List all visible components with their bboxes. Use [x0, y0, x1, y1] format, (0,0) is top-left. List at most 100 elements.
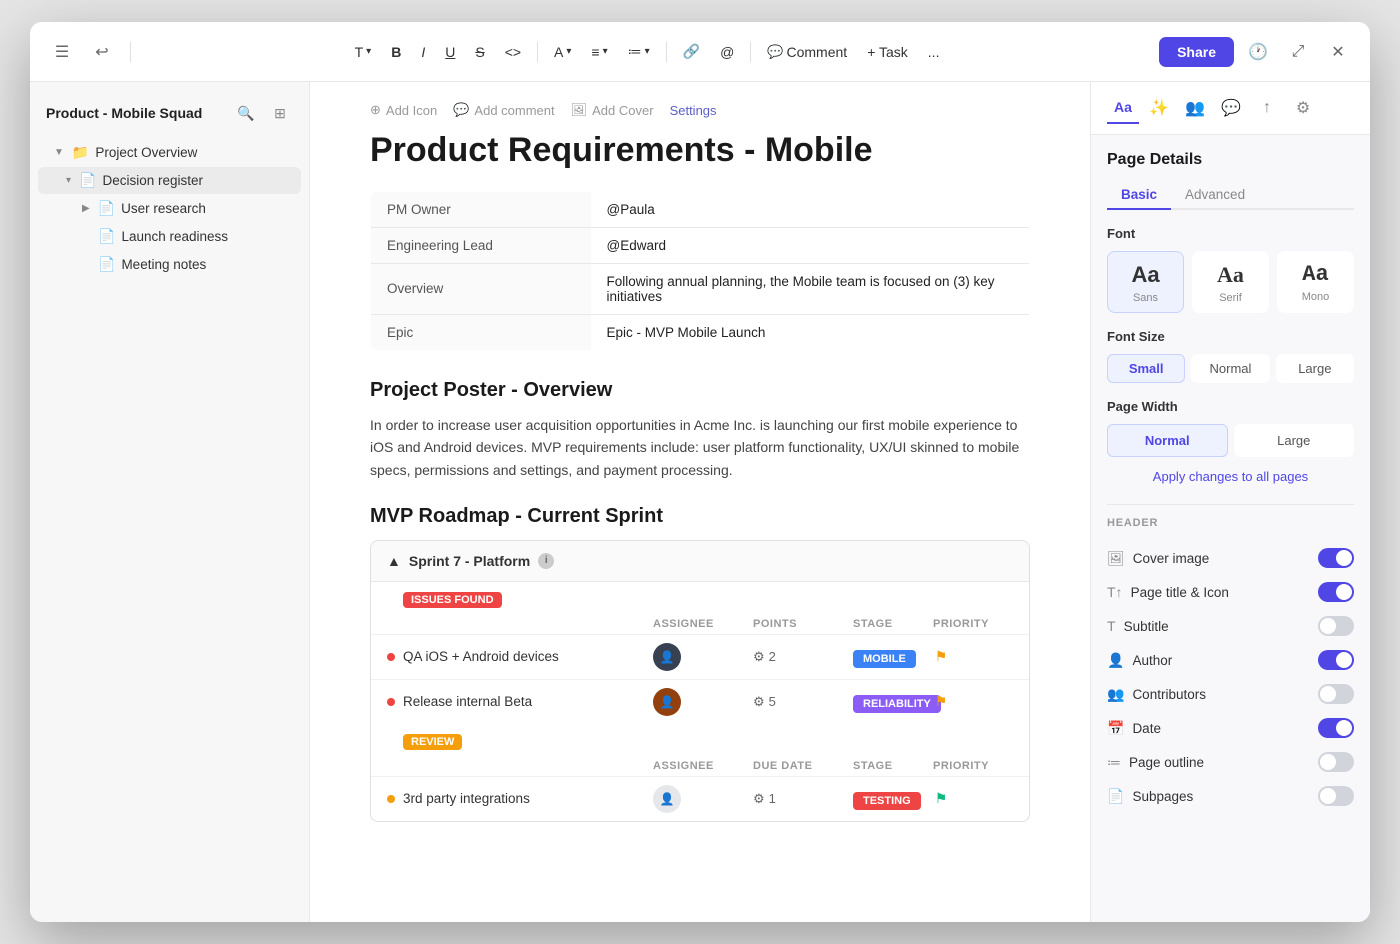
- size-option-normal[interactable]: Normal: [1191, 354, 1269, 383]
- panel-tab-settings[interactable]: ⚙: [1287, 92, 1319, 124]
- underline-button[interactable]: U: [437, 36, 463, 68]
- toggle-text-page-outline: Page outline: [1129, 755, 1204, 770]
- add-icon-action[interactable]: ⊕ Add Icon: [370, 102, 437, 118]
- panel-section-details: Page Details Basic Advanced Font Aa Sans…: [1091, 135, 1370, 829]
- size-option-large[interactable]: Large: [1276, 354, 1354, 383]
- sidebar-item-launch-readiness[interactable]: 📄 Launch readiness: [38, 223, 301, 250]
- font-color-button[interactable]: A ▾: [546, 36, 579, 68]
- comment-icon: 💬: [453, 102, 469, 118]
- add-cover-action[interactable]: 🖼 Add Cover: [571, 102, 654, 118]
- sidebar-item-decision-register[interactable]: ▾ 📄 Decision register: [38, 167, 301, 194]
- points-value: 5: [769, 694, 776, 709]
- font-option-serif[interactable]: Aa Serif: [1192, 251, 1269, 313]
- toggle-text-cover-image: Cover image: [1133, 551, 1210, 566]
- chevron-down-icon: ▼: [54, 147, 64, 158]
- task-button[interactable]: + Task: [859, 36, 916, 68]
- code-button[interactable]: <>: [497, 36, 529, 68]
- page-actions-bar: ⊕ Add Icon 💬 Add comment 🖼 Add Cover Set…: [370, 82, 1030, 130]
- sprint-section: REVIEW ASSIGNEEDUE DATESTAGEPRIORITY 3rd…: [371, 724, 1029, 821]
- assignee-avatar: 👤: [653, 688, 681, 716]
- priority-flag: ⚑: [933, 694, 949, 710]
- toggle-text-subpages: Subpages: [1132, 789, 1193, 804]
- sprint-row: 3rd party integrations 👤 ⚙ 1 TESTING ⚑: [371, 776, 1029, 821]
- task-label: 3rd party integrations: [403, 791, 530, 806]
- font-option-mono[interactable]: Aa Mono: [1277, 251, 1354, 313]
- sprint-sections: ISSUES FOUND ASSIGNEEPOINTSSTAGEPRIORITY…: [371, 582, 1029, 821]
- mention-button[interactable]: @: [712, 36, 742, 68]
- task-dot: [387, 698, 395, 706]
- size-option-small[interactable]: Small: [1107, 354, 1185, 383]
- toggle-switch-page-outline[interactable]: [1318, 752, 1354, 772]
- toggle-switch-subpages[interactable]: [1318, 786, 1354, 806]
- settings-label: Settings: [670, 103, 717, 118]
- panel-divider: [1107, 504, 1354, 505]
- expand-icon[interactable]: ⤢: [1282, 36, 1314, 68]
- app-window: ☰ ↩ T ▾ B I U S <> A ▾ ≡ ▾ ≔: [30, 22, 1370, 922]
- list-button[interactable]: ≔ ▾: [620, 36, 658, 68]
- add-comment-action[interactable]: 💬 Add comment: [453, 102, 554, 118]
- toggle-switch-page-title-icon[interactable]: [1318, 582, 1354, 602]
- link-button[interactable]: 🔗: [675, 36, 708, 68]
- sidebar-item-project-overview[interactable]: ▼ 📁 Project Overview: [38, 139, 301, 166]
- main-content: ⊕ Add Icon 💬 Add comment 🖼 Add Cover Set…: [310, 82, 1090, 922]
- text-format-button[interactable]: T ▾: [347, 36, 380, 68]
- info-table: PM Owner@PaulaEngineering Lead@EdwardOve…: [370, 191, 1030, 351]
- task-assignee: 👤: [653, 785, 753, 813]
- chevron-right-icon: ▶: [82, 203, 90, 214]
- section2-heading: MVP Roadmap - Current Sprint: [370, 505, 1030, 528]
- font-option-sans[interactable]: Aa Sans: [1107, 251, 1184, 313]
- sidebar-item-meeting-notes[interactable]: 📄 Meeting notes: [38, 251, 301, 278]
- italic-button[interactable]: I: [413, 36, 433, 68]
- menu-icon[interactable]: ☰: [46, 36, 78, 68]
- toggle-switch-cover-image[interactable]: [1318, 548, 1354, 568]
- panel-tab-emoji[interactable]: ✨: [1143, 92, 1175, 124]
- sidebar-icon-group: 🔍 ⊞: [233, 100, 293, 126]
- width-options: Normal Large: [1107, 424, 1354, 457]
- width-option-large[interactable]: Large: [1234, 424, 1355, 457]
- font-size-title: Font Size: [1107, 329, 1354, 344]
- align-button[interactable]: ≡ ▾: [583, 36, 615, 68]
- panel-tab-text[interactable]: Aa: [1107, 92, 1139, 124]
- panel-tab-share[interactable]: ↑: [1251, 92, 1283, 124]
- panel-tab-chat[interactable]: 💬: [1215, 92, 1247, 124]
- width-option-normal[interactable]: Normal: [1107, 424, 1228, 457]
- panel-tab-basic[interactable]: Basic: [1107, 181, 1171, 210]
- header-toggles: 🖼 Cover image T↑ Page title & Icon T Sub…: [1107, 541, 1354, 813]
- sprint-column-headers: ASSIGNEEPOINTSSTAGEPRIORITY: [371, 614, 1029, 634]
- settings-action[interactable]: Settings: [670, 103, 717, 118]
- points-icon: ⚙: [753, 694, 765, 710]
- more-button[interactable]: ...: [920, 36, 948, 68]
- priority-flag: ⚑: [933, 791, 949, 807]
- toggle-switch-contributors[interactable]: [1318, 684, 1354, 704]
- strikethrough-button[interactable]: S: [467, 36, 492, 68]
- sidebar-search-icon[interactable]: 🔍: [233, 100, 259, 126]
- table-cell-value: @Paula: [591, 191, 1030, 227]
- toggle-switch-author[interactable]: [1318, 650, 1354, 670]
- history-icon[interactable]: 🕐: [1242, 36, 1274, 68]
- toggle-label-page-title-icon: T↑ Page title & Icon: [1107, 584, 1229, 600]
- close-icon[interactable]: ✕: [1322, 36, 1354, 68]
- task-points: ⚙ 1: [753, 791, 853, 807]
- toolbar-center: T ▾ B I U S <> A ▾ ≡ ▾ ≔ ▾ 🔗 @: [143, 36, 1151, 68]
- apply-changes-link[interactable]: Apply changes to all pages: [1107, 465, 1354, 488]
- panel-tab-users[interactable]: 👥: [1179, 92, 1211, 124]
- toolbar-left: ☰ ↩: [46, 36, 118, 68]
- bold-button[interactable]: B: [383, 36, 409, 68]
- sidebar-layout-icon[interactable]: ⊞: [267, 100, 293, 126]
- task-stage: MOBILE: [853, 649, 933, 665]
- toggle-switch-subtitle[interactable]: [1318, 616, 1354, 636]
- toggle-label-date: 📅 Date: [1107, 720, 1161, 737]
- sprint-info-icon: i: [538, 553, 554, 569]
- font-section-title: Font: [1107, 226, 1354, 241]
- table-cell-value: @Edward: [591, 227, 1030, 263]
- doc-icon: 📄: [98, 256, 115, 273]
- table-row: OverviewFollowing annual planning, the M…: [371, 263, 1030, 314]
- table-row: Engineering Lead@Edward: [371, 227, 1030, 263]
- sidebar-item-user-research[interactable]: ▶ 📄 User research: [38, 195, 301, 222]
- panel-tab-advanced[interactable]: Advanced: [1171, 181, 1259, 210]
- undo-icon[interactable]: ↩: [86, 36, 118, 68]
- comment-button[interactable]: 💬 Comment: [759, 36, 855, 68]
- toggle-switch-date[interactable]: [1318, 718, 1354, 738]
- task-points: ⚙ 2: [753, 649, 853, 665]
- share-button[interactable]: Share: [1159, 37, 1234, 67]
